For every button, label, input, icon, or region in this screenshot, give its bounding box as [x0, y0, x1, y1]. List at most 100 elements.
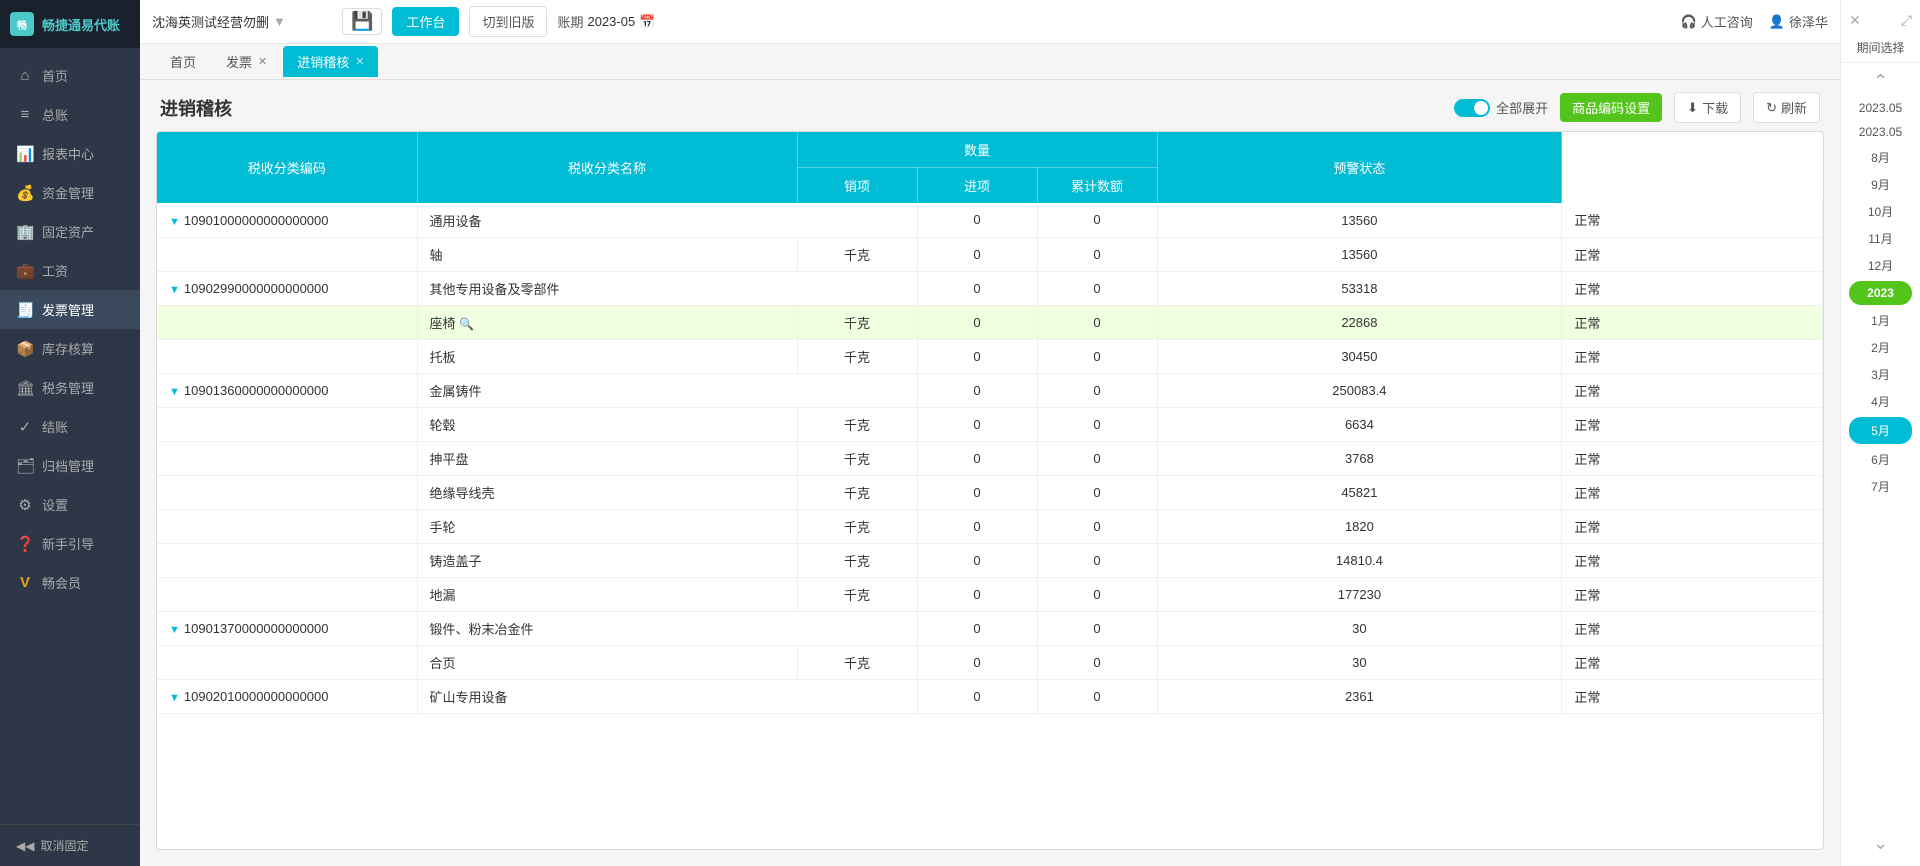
- period-item[interactable]: 3月: [1841, 361, 1920, 388]
- period-item[interactable]: 9月: [1841, 171, 1920, 198]
- period-item[interactable]: 1月: [1841, 307, 1920, 334]
- th-status: 预警状态: [1157, 132, 1562, 203]
- sidebar-item-home[interactable]: ⌂ 首页: [0, 56, 140, 95]
- period-item[interactable]: 2月: [1841, 334, 1920, 361]
- row-status: 正常: [1562, 509, 1823, 543]
- sidebar-item-guide[interactable]: ❓ 新手引导: [0, 524, 140, 563]
- period-item[interactable]: 7月: [1841, 473, 1920, 500]
- download-icon: ⬇: [1687, 100, 1698, 116]
- user-icon: 👤: [1769, 14, 1785, 30]
- row-purchase: 0: [1037, 543, 1157, 577]
- sidebar-item-fund-mgmt[interactable]: 💰 资金管理: [0, 173, 140, 212]
- reconcile-table-container: 税收分类编码 税收分类名称 数量 预警状态 销项 进项 累计数额 ▼109010…: [156, 131, 1824, 850]
- row-code: ▼10901370000000000000: [157, 611, 417, 645]
- period-item[interactable]: 2023: [1849, 281, 1912, 305]
- tab-invoice-label: 发票: [226, 52, 252, 71]
- assets-icon: 🏢: [16, 223, 34, 241]
- row-purchase: 0: [1037, 475, 1157, 509]
- row-sales: 0: [917, 407, 1037, 441]
- tab-home[interactable]: 首页: [156, 46, 210, 77]
- expand-icon[interactable]: ▼: [169, 692, 180, 704]
- row-status: 正常: [1562, 475, 1823, 509]
- row-name: 抻平盘: [417, 441, 797, 475]
- period-item[interactable]: 4月: [1841, 388, 1920, 415]
- sidebar-item-tax-mgmt[interactable]: 🏛 税务管理: [0, 368, 140, 407]
- sidebar-item-fixed-assets[interactable]: 🏢 固定资产: [0, 212, 140, 251]
- sidebar-item-settings[interactable]: ⚙ 设置: [0, 485, 140, 524]
- toggle-thumb: [1474, 101, 1488, 115]
- save-button[interactable]: 💾: [342, 8, 382, 35]
- period-item[interactable]: 8月: [1841, 144, 1920, 171]
- product-code-settings-button[interactable]: 商品编码设置: [1560, 93, 1662, 122]
- sidebar-item-report-center[interactable]: 📊 报表中心: [0, 134, 140, 173]
- period-label: 账期: [557, 12, 583, 31]
- row-sales: 0: [917, 577, 1037, 611]
- workbench-button[interactable]: 工作台: [392, 7, 459, 36]
- row-status: 正常: [1562, 611, 1823, 645]
- period-item[interactable]: 11月: [1841, 225, 1920, 252]
- row-sales: 0: [917, 509, 1037, 543]
- row-status: 正常: [1562, 237, 1823, 271]
- row-purchase: 0: [1037, 407, 1157, 441]
- tab-reconcile[interactable]: 进销稽核 ✕: [283, 46, 378, 77]
- period-item[interactable]: 2023.05: [1841, 96, 1920, 120]
- table-row: ▼10901360000000000000 金属铸件 0 0 250083.4 …: [157, 373, 1823, 407]
- period-item[interactable]: 10月: [1841, 198, 1920, 225]
- row-sales: 0: [917, 611, 1037, 645]
- sidebar-item-inventory[interactable]: 📦 库存核算: [0, 329, 140, 368]
- refresh-button[interactable]: ↻ 刷新: [1753, 92, 1820, 123]
- sidebar-item-general-ledger[interactable]: ≡ 总账: [0, 95, 140, 134]
- row-unit: 千克: [797, 407, 917, 441]
- row-code: ▼10902990000000000000: [157, 271, 417, 305]
- tab-invoice[interactable]: 发票 ✕: [212, 46, 281, 77]
- settlement-icon: ✓: [16, 418, 34, 436]
- table-row: 托板 千克 0 0 30450 正常: [157, 339, 1823, 373]
- panel-scroll-up[interactable]: ⌃: [1869, 67, 1892, 96]
- period-item[interactable]: 5月: [1849, 417, 1912, 444]
- row-status: 正常: [1562, 203, 1823, 237]
- period-item[interactable]: 12月: [1841, 252, 1920, 279]
- table-row: 绝缘导线壳 千克 0 0 45821 正常: [157, 475, 1823, 509]
- row-status: 正常: [1562, 441, 1823, 475]
- toggle-track[interactable]: [1454, 99, 1490, 117]
- row-unit: 千克: [797, 305, 917, 339]
- tab-invoice-close[interactable]: ✕: [258, 55, 267, 68]
- expand-all-toggle[interactable]: 全部展开: [1454, 98, 1548, 117]
- sidebar-footer-unpin[interactable]: ◀◀ 取消固定: [0, 824, 140, 866]
- period-item[interactable]: 6月: [1841, 446, 1920, 473]
- switch-old-button[interactable]: 切到旧版: [469, 6, 547, 37]
- expand-icon[interactable]: ▼: [169, 216, 180, 228]
- sidebar-item-salary[interactable]: 💼 工资: [0, 251, 140, 290]
- download-button[interactable]: ⬇ 下载: [1674, 92, 1741, 123]
- table-row: ▼10901370000000000000 锻件、粉末冶金件 0 0 30 正常: [157, 611, 1823, 645]
- main-area: 沈海英测试经营勿删 ▼ 💾 工作台 切到旧版 账期 2023-05 📅 🎧 人工…: [140, 0, 1840, 866]
- tab-reconcile-label: 进销稽核: [297, 52, 349, 71]
- panel-scroll-down[interactable]: ⌄: [1869, 829, 1892, 858]
- sidebar-item-archive[interactable]: 🗂 归档管理: [0, 446, 140, 485]
- expand-panel-button[interactable]: ⤢: [1901, 12, 1912, 29]
- service-btn[interactable]: 🎧 人工咨询: [1681, 12, 1753, 31]
- close-panel-button[interactable]: ✕: [1849, 12, 1861, 29]
- expand-icon[interactable]: ▼: [169, 624, 180, 636]
- row-status: 正常: [1562, 373, 1823, 407]
- expand-icon[interactable]: ▼: [169, 386, 180, 398]
- calendar-icon[interactable]: 📅: [639, 14, 655, 30]
- row-sales: 0: [917, 237, 1037, 271]
- company-selector[interactable]: 沈海英测试经营勿删 ▼: [152, 12, 332, 31]
- row-name: 座椅 🔍: [417, 305, 797, 339]
- sidebar-item-invoice-mgmt[interactable]: 🧾 发票管理: [0, 290, 140, 329]
- sidebar-item-membership[interactable]: V 畅会员: [0, 563, 140, 602]
- period-item[interactable]: 2023.05: [1841, 120, 1920, 144]
- user-profile[interactable]: 👤 徐泽华: [1769, 12, 1828, 31]
- expand-icon[interactable]: ▼: [169, 284, 180, 296]
- table-row: 地漏 千克 0 0 177230 正常: [157, 577, 1823, 611]
- sidebar-item-settlement[interactable]: ✓ 结账: [0, 407, 140, 446]
- row-code: [157, 475, 417, 509]
- reconcile-table: 税收分类编码 税收分类名称 数量 预警状态 销项 进项 累计数额 ▼109010…: [157, 132, 1823, 714]
- row-purchase: 0: [1037, 339, 1157, 373]
- row-sales: 0: [917, 441, 1037, 475]
- membership-icon: V: [16, 574, 34, 591]
- row-name: 地漏: [417, 577, 797, 611]
- search-icon[interactable]: 🔍: [459, 317, 474, 331]
- tab-reconcile-close[interactable]: ✕: [355, 55, 364, 68]
